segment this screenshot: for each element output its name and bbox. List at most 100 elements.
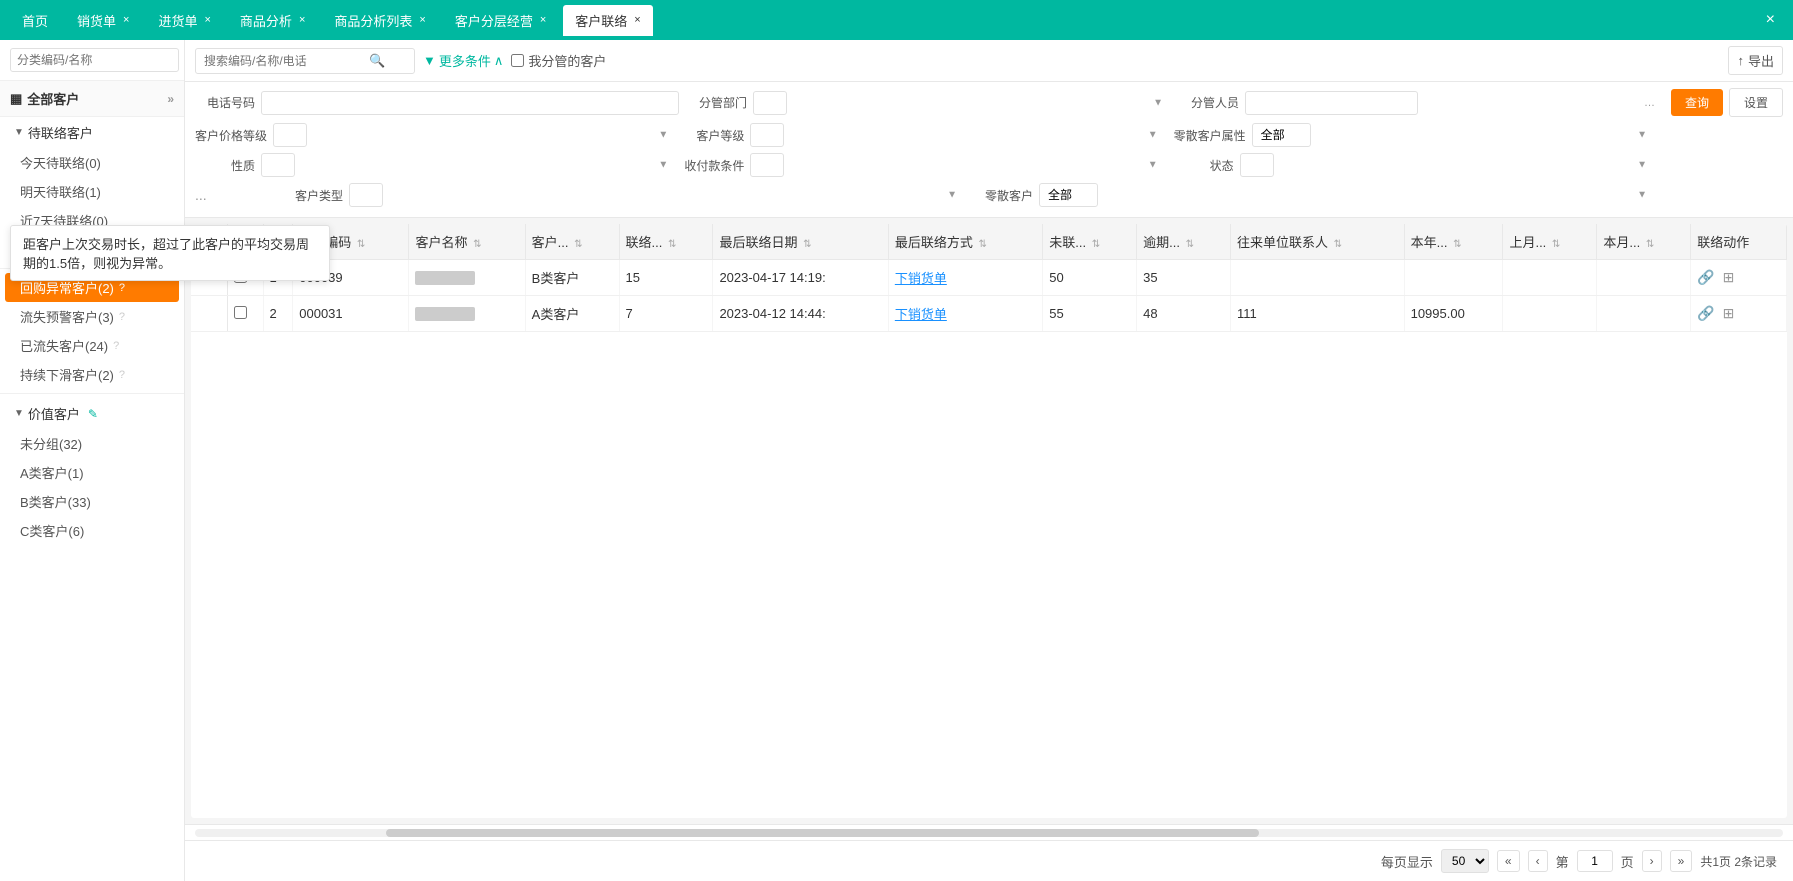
sidebar-item-ungrouped[interactable]: 未分组(32) — [0, 429, 184, 458]
search-input[interactable] — [204, 54, 364, 68]
cell-contact-2: 7 — [619, 296, 713, 332]
query-button[interactable]: 查询 — [1671, 89, 1723, 116]
tab-product-analysis[interactable]: 商品分析 × — [228, 5, 317, 36]
more-conditions-button[interactable]: ▼ 更多条件 ∧ — [423, 51, 503, 70]
col-company-contact[interactable]: 往来单位联系人 ⇅ — [1231, 224, 1405, 260]
col-level[interactable]: 客户... ⇅ — [525, 224, 619, 260]
per-page-select[interactable]: 50 — [1441, 849, 1489, 873]
row-checkbox-2[interactable] — [234, 306, 247, 319]
help-icon-2[interactable]: ? — [113, 340, 119, 352]
col-this-month[interactable]: 本月... ⇅ — [1597, 224, 1691, 260]
person-input[interactable] — [1245, 91, 1418, 115]
edit-group-icon[interactable]: ✎ — [88, 407, 98, 421]
sidebar-collapse-button[interactable]: » — [167, 92, 174, 106]
close-tab-customer-tier[interactable]: × — [540, 14, 546, 26]
more-action-icon-2[interactable]: ⊞ — [1723, 305, 1735, 322]
col-contact[interactable]: 联络... ⇅ — [619, 224, 713, 260]
horizontal-scrollbar[interactable] — [185, 824, 1793, 840]
filter-phone: 电话号码 — [195, 91, 679, 115]
contact-icon-2[interactable]: 🔗 — [1697, 305, 1714, 322]
tab-sales-order[interactable]: 销货单 × — [65, 5, 141, 36]
sidebar-search-area: 🔍 — [0, 40, 184, 81]
settings-button[interactable]: 设置 — [1729, 88, 1783, 117]
my-customers-checkbox-area[interactable]: 我分管的客户 — [511, 51, 606, 70]
more-action-icon-1[interactable]: ⊞ — [1723, 269, 1735, 286]
sort-not-contact-icon: ⇅ — [1092, 239, 1100, 250]
col-last-month[interactable]: 上月... ⇅ — [1503, 224, 1597, 260]
sidebar-group-waiting-contact[interactable]: ▼ 待联络客户 — [0, 117, 184, 148]
customer-level-chevron: ▼ — [1148, 130, 1158, 141]
close-tab-purchase-order[interactable]: × — [204, 14, 210, 26]
all-customers-section[interactable]: ▦ 全部客户 » — [0, 81, 184, 117]
method-link-2[interactable]: 下销货单 — [895, 307, 947, 322]
sidebar-item-c-class[interactable]: C类客户(6) — [0, 516, 184, 545]
cell-action-2: 🔗 ⊞ — [1691, 296, 1787, 332]
tab-home[interactable]: 首页 — [10, 5, 60, 36]
grid-icon: ▦ — [10, 91, 22, 107]
col-name[interactable]: 客户名称 ⇅ — [409, 224, 525, 260]
sidebar-item-a-class[interactable]: A类客户(1) — [0, 458, 184, 487]
prev-page-button[interactable]: ‹ — [1528, 850, 1548, 872]
close-tab-sales-order[interactable]: × — [123, 14, 129, 26]
phone-input[interactable] — [261, 91, 679, 115]
col-last-contact-method[interactable]: 最后联络方式 ⇅ — [888, 224, 1042, 260]
tab-customer-tier[interactable]: 客户分层经营 × — [443, 5, 558, 36]
col-last-contact-date[interactable]: 最后联络日期 ⇅ — [713, 224, 888, 260]
person-dots-icon: … — [1644, 97, 1655, 109]
status-select[interactable] — [1240, 153, 1274, 177]
tab-product-list[interactable]: 商品分析列表 × — [322, 5, 437, 36]
sort-method-icon: ⇅ — [978, 239, 986, 250]
col-not-contact[interactable]: 未联... ⇅ — [1043, 224, 1137, 260]
export-button[interactable]: ↑ 导出 — [1728, 46, 1783, 75]
customer-type-select[interactable] — [349, 183, 383, 207]
col-this-year[interactable]: 本年... ⇅ — [1404, 224, 1503, 260]
help-icon-0[interactable]: ? — [119, 282, 125, 294]
contact-icon-1[interactable]: 🔗 — [1697, 269, 1714, 286]
cell-this-year-1 — [1404, 260, 1503, 296]
next-page-button[interactable]: › — [1642, 850, 1662, 872]
data-table-area: ⚙ 客户编码 ⇅ 客户名称 ⇅ — [191, 224, 1787, 818]
cell-method-1[interactable]: 下销货单 — [888, 260, 1042, 296]
customer-name-blur-1 — [415, 271, 475, 285]
payment-select[interactable] — [750, 153, 784, 177]
sidebar-item-today[interactable]: 今天待联络(0) — [0, 148, 184, 177]
cell-method-2[interactable]: 下销货单 — [888, 296, 1042, 332]
tab-purchase-order[interactable]: 进货单 × — [146, 5, 222, 36]
customer-level-wrapper: ▼ — [750, 123, 1165, 147]
close-tab-product-list[interactable]: × — [419, 14, 425, 26]
first-page-button[interactable]: « — [1497, 850, 1520, 872]
my-customers-checkbox[interactable] — [511, 54, 524, 67]
sidebar-item-b-class[interactable]: B类客户(33) — [0, 487, 184, 516]
close-tab-customer-contact[interactable]: × — [634, 14, 640, 26]
tab-customer-contact[interactable]: 客户联络 × — [563, 5, 652, 36]
col-overdue[interactable]: 逾期... ⇅ — [1137, 224, 1231, 260]
page-input[interactable] — [1577, 850, 1613, 872]
search-icon[interactable]: 🔍 — [369, 53, 385, 69]
sidebar-item-churned[interactable]: 已流失客户(24) ? — [0, 331, 184, 360]
scroll-track[interactable] — [195, 829, 1783, 837]
cell-last-month-1 — [1503, 260, 1597, 296]
method-link-1[interactable]: 下销货单 — [895, 271, 947, 286]
filter-row-4: ... 客户类型 ▼ 零散客户 全部 ▼ — [195, 183, 1783, 207]
customer-level-select[interactable] — [750, 123, 784, 147]
sidebar-item-churn-warning[interactable]: 流失预警客户(3) ? — [0, 302, 184, 331]
sidebar-group-value-customers[interactable]: ▼ 价值客户 ✎ — [0, 398, 184, 429]
close-tab-product-analysis[interactable]: × — [299, 14, 305, 26]
price-level-select[interactable] — [273, 123, 307, 147]
help-icon-3[interactable]: ? — [119, 369, 125, 381]
retail-customer-select[interactable]: 全部 — [1039, 183, 1098, 207]
dept-select[interactable] — [753, 91, 787, 115]
scroll-thumb[interactable] — [386, 829, 1259, 837]
help-icon-1[interactable]: ? — [119, 311, 125, 323]
sidebar-item-tomorrow[interactable]: 明天待联络(1) — [0, 177, 184, 206]
filter-person: 分管人员 … — [1179, 91, 1663, 115]
retail-attr-select[interactable]: 全部 — [1252, 123, 1311, 147]
gender-select[interactable] — [261, 153, 295, 177]
cell-action-1: 🔗 ⊞ — [1691, 260, 1787, 296]
sidebar-search-input[interactable] — [10, 48, 179, 72]
more-dots-button[interactable]: ... — [195, 187, 207, 203]
window-close-button[interactable]: × — [1758, 7, 1783, 33]
last-page-button[interactable]: » — [1670, 850, 1693, 872]
sidebar-item-declining[interactable]: 持续下滑客户(2) ? — [0, 360, 184, 389]
cell-this-month-2 — [1597, 296, 1691, 332]
